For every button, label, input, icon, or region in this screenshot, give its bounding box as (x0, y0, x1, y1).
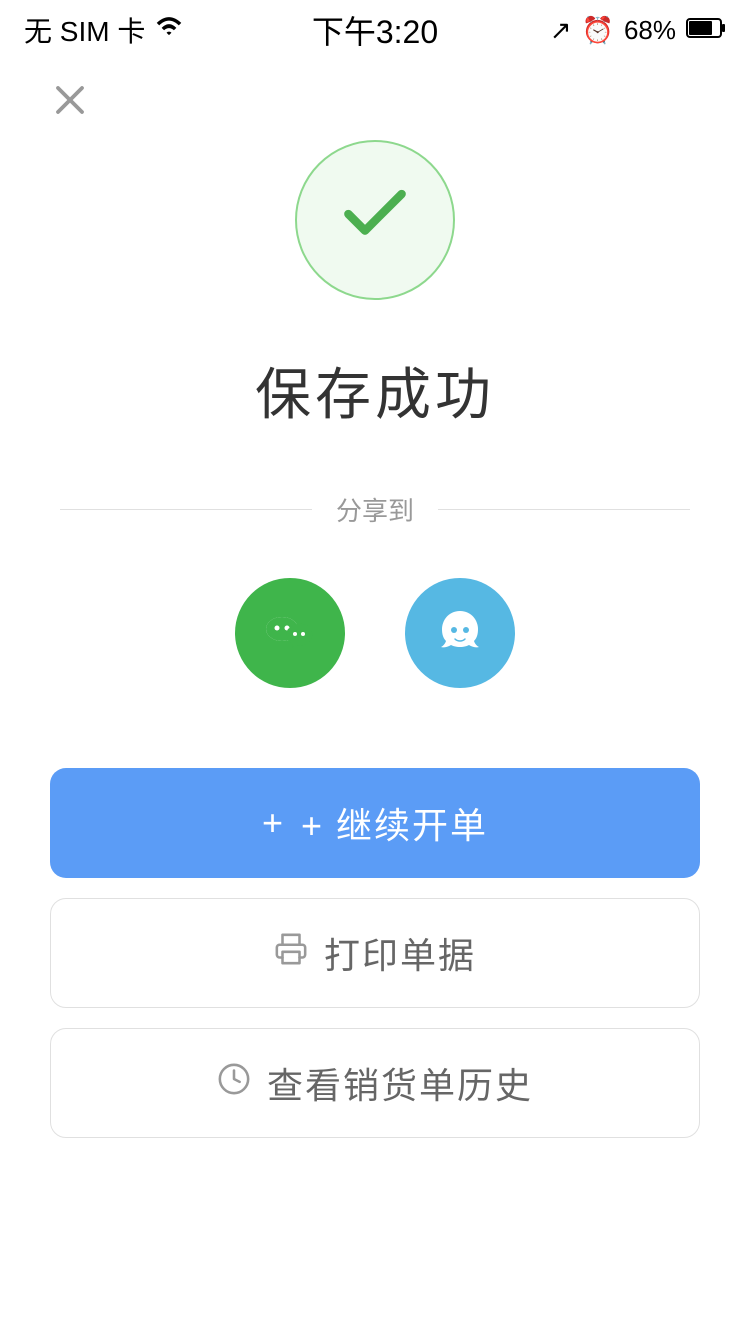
plus-icon: + (262, 802, 285, 844)
status-left: 无 SIM 卡 (24, 10, 183, 50)
history-icon (217, 1062, 251, 1105)
action-buttons: + + 继续开单 打印单据 查看销货单历史 (0, 768, 750, 1138)
checkmark-icon (335, 174, 415, 267)
status-bar: 无 SIM 卡 下午3:20 ↗ ⏰ 68% (0, 0, 750, 60)
share-label: 分享到 (312, 491, 438, 528)
divider-line-left (60, 509, 312, 510)
print-label: 打印单据 (324, 927, 476, 979)
divider-line-right (438, 509, 690, 510)
location-icon: ↗ (550, 15, 572, 46)
continue-button[interactable]: + + 继续开单 (50, 768, 700, 878)
qq-share-button[interactable] (405, 578, 515, 688)
status-time: 下午3:20 (312, 7, 438, 53)
history-button[interactable]: 查看销货单历史 (50, 1028, 700, 1138)
main-content: 保存成功 分享到 (0, 60, 750, 1138)
share-divider: 分享到 (0, 491, 750, 528)
history-label: 查看销货单历史 (267, 1057, 533, 1109)
battery-icon (686, 15, 726, 46)
wechat-share-button[interactable] (235, 578, 345, 688)
wifi-icon (155, 13, 183, 48)
print-icon (274, 932, 308, 975)
share-icons-container (235, 578, 515, 688)
success-circle (295, 140, 455, 300)
close-button[interactable] (40, 70, 100, 130)
print-button[interactable]: 打印单据 (50, 898, 700, 1008)
alarm-icon: ⏰ (582, 15, 614, 46)
battery-text: 68% (624, 15, 676, 46)
carrier-text: 无 SIM 卡 (24, 10, 145, 50)
status-right: ↗ ⏰ 68% (550, 15, 726, 46)
continue-label: + 继续开单 (301, 797, 488, 849)
success-title: 保存成功 (255, 350, 495, 431)
